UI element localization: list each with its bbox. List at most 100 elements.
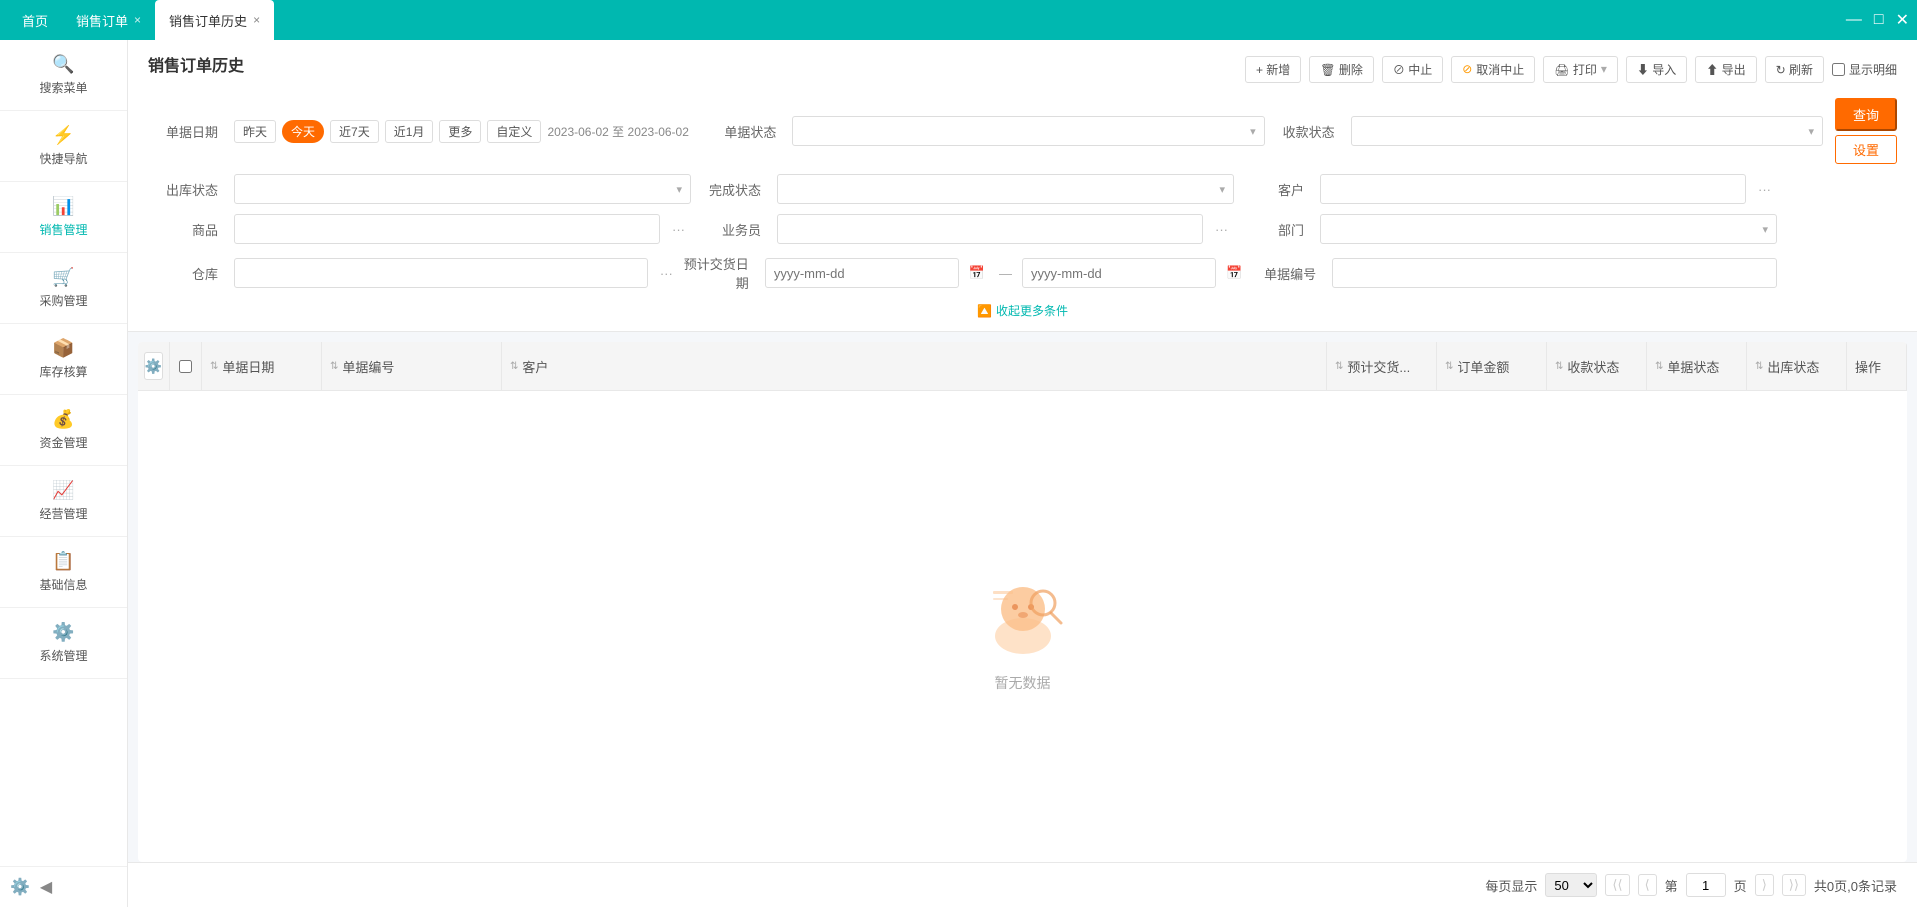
tab-home[interactable]: 首页 <box>8 0 62 40</box>
filter-row-4: 仓库 ··· 预计交货日期 📅 — 📅 单据编号 <box>148 254 1897 292</box>
goods-input[interactable] <box>234 214 660 244</box>
cancel-stop-icon: ⊘ <box>1462 62 1472 76</box>
sort-amount-icon[interactable]: ⇅ <box>1445 361 1453 372</box>
table-settings-icon[interactable]: ⚙️ <box>144 352 163 380</box>
date-more[interactable]: 更多 <box>439 120 481 143</box>
cancel-stop-button[interactable]: ⊘ 取消中止 <box>1451 56 1535 83</box>
salesperson-dots[interactable]: ··· <box>1209 222 1234 237</box>
date-1month[interactable]: 近1月 <box>385 120 434 143</box>
order-status-select[interactable] <box>801 124 1250 139</box>
export-button[interactable]: ⬆ 导出 <box>1695 56 1756 83</box>
print-button[interactable]: 🖨 打印 ▾ <box>1543 56 1618 83</box>
sidebar-item-search-menu[interactable]: 🔍 搜索菜单 <box>0 40 127 111</box>
stop-button[interactable]: ⊘ 中止 <box>1382 56 1443 83</box>
query-button[interactable]: 查询 <box>1835 98 1897 131</box>
date-7days[interactable]: 近7天 <box>330 120 379 143</box>
department-select[interactable] <box>1329 222 1762 237</box>
order-number-label: 单据编号 <box>1246 264 1326 283</box>
sidebar-item-inventory-check[interactable]: 📦 库存核算 <box>0 324 127 395</box>
salesperson-input[interactable] <box>777 214 1203 244</box>
sort-delivery-icon[interactable]: ⇅ <box>1335 361 1343 372</box>
tab-sales-order-history[interactable]: 销售订单历史 × <box>155 0 274 40</box>
tab-sales-order-close[interactable]: × <box>134 13 141 27</box>
sidebar-item-system-mgmt[interactable]: ⚙️ 系统管理 <box>0 608 127 679</box>
th-number-label: 单据编号 <box>342 357 394 376</box>
sort-order-status-icon[interactable]: ⇅ <box>1655 361 1663 372</box>
date-custom[interactable]: 自定义 <box>487 120 541 143</box>
display-detail-checkbox[interactable] <box>1832 63 1845 76</box>
new-button[interactable]: + 新增 <box>1245 56 1301 83</box>
sidebar-item-base-info[interactable]: 📋 基础信息 <box>0 537 127 608</box>
payment-status-arrow-icon: ▾ <box>1808 125 1814 138</box>
sort-customer-icon[interactable]: ⇅ <box>510 361 518 372</box>
delivery-date-from[interactable] <box>765 258 959 288</box>
sidebar-item-finance-mgmt[interactable]: 💰 资金管理 <box>0 395 127 466</box>
delivery-date-from-calendar-icon[interactable]: 📅 <box>965 265 989 281</box>
salesperson-label: 业务员 <box>691 220 771 239</box>
customer-dots[interactable]: ··· <box>1752 182 1777 197</box>
tab-sales-order[interactable]: 销售订单 × <box>62 0 155 40</box>
purchase-mgmt-icon: 🛒 <box>52 267 74 288</box>
sort-number-icon[interactable]: ⇅ <box>330 361 338 372</box>
topbar-maximize[interactable]: □ <box>1874 11 1884 29</box>
filter-section: 销售订单历史 + 新增 🗑 删除 ⊘ 中止 ⊘ 取消中止 🖨 打印 ▾ ⬇ 导入 <box>128 40 1917 332</box>
refresh-button[interactable]: ↻ 刷新 <box>1765 56 1824 83</box>
import-button[interactable]: ⬇ 导入 <box>1626 56 1687 83</box>
sidebar-item-purchase-mgmt[interactable]: 🛒 采购管理 <box>0 253 127 324</box>
topbar-close[interactable]: ✕ <box>1896 10 1909 30</box>
header-title-row: 销售订单历史 + 新增 🗑 删除 ⊘ 中止 ⊘ 取消中止 🖨 打印 ▾ ⬇ 导入 <box>148 52 1897 86</box>
sort-pay-status-icon[interactable]: ⇅ <box>1555 361 1563 372</box>
main-layout: 🔍 搜索菜单 ⚡ 快捷导航 📊 销售管理 🛒 采购管理 📦 库存核算 💰 资金管… <box>0 40 1917 907</box>
table-header: ⚙️ ⇅ 单据日期 ⇅ 单据编号 ⇅ 客户 ⇅ <box>138 342 1907 391</box>
sidebar-item-sales-mgmt[interactable]: 📊 销售管理 <box>0 182 127 253</box>
warehouse-dots[interactable]: ··· <box>654 266 679 281</box>
delivery-date-to-calendar-icon[interactable]: 📅 <box>1222 265 1246 281</box>
order-status-label: 单据状态 <box>706 122 786 141</box>
th-date-label: 单据日期 <box>222 357 274 376</box>
sidebar-settings-icon[interactable]: ⚙️ <box>10 877 30 897</box>
sidebar-item-operation-mgmt[interactable]: 📈 经营管理 <box>0 466 127 537</box>
th-number: ⇅ 单据编号 <box>322 342 502 390</box>
complete-status-select[interactable] <box>786 182 1219 197</box>
base-info-icon: 📋 <box>52 551 74 572</box>
total-records: 共0页,0条记录 <box>1814 876 1897 895</box>
page-number-input[interactable] <box>1686 873 1726 897</box>
select-all-checkbox[interactable] <box>179 360 192 373</box>
goods-dots[interactable]: ··· <box>666 222 691 237</box>
warehouse-input[interactable] <box>234 258 648 288</box>
th-amount: ⇅ 订单金额 <box>1437 342 1547 390</box>
payment-status-label: 收款状态 <box>1265 122 1345 141</box>
first-page-button[interactable]: ⟨⟨ <box>1605 874 1629 896</box>
date-today[interactable]: 今天 <box>282 120 324 143</box>
sort-date-icon[interactable]: ⇅ <box>210 361 218 372</box>
sidebar-item-quick-nav[interactable]: ⚡ 快捷导航 <box>0 111 127 182</box>
th-stock-status-label: 出库状态 <box>1767 357 1819 376</box>
th-action: 操作 <box>1847 342 1907 390</box>
sort-stock-status-icon[interactable]: ⇅ <box>1755 361 1763 372</box>
page-size-select[interactable]: 10 20 50 100 <box>1545 873 1597 897</box>
tab-sales-order-history-close[interactable]: × <box>253 13 260 27</box>
sidebar-bottom: ⚙️ ◀ <box>0 866 127 907</box>
sidebar-collapse-icon[interactable]: ◀ <box>40 877 52 897</box>
order-status-select-wrapper: ▾ <box>792 116 1264 146</box>
settings-button[interactable]: 设置 <box>1835 135 1897 164</box>
order-number-input[interactable] <box>1332 258 1777 288</box>
collapse-more-btn[interactable]: 🔼 收起更多条件 <box>148 302 1897 319</box>
payment-status-select[interactable] <box>1360 124 1809 139</box>
stock-out-status-select[interactable] <box>243 182 676 197</box>
delete-button[interactable]: 🗑 删除 <box>1309 56 1374 83</box>
page-title: 销售订单历史 <box>148 52 244 76</box>
customer-input[interactable] <box>1320 174 1746 204</box>
filter-row-3: 商品 ··· 业务员 ··· 部门 ▾ <box>148 214 1897 244</box>
sidebar-item-base-info-label: 基础信息 <box>39 576 87 593</box>
topbar-minimize[interactable]: — <box>1846 11 1862 29</box>
th-delivery: ⇅ 预计交货... <box>1327 342 1437 390</box>
th-customer: ⇅ 客户 <box>502 342 1327 390</box>
prev-page-button[interactable]: ⟨ <box>1638 874 1657 896</box>
last-page-button[interactable]: ⟩⟩ <box>1782 874 1806 896</box>
department-select-wrapper: ▾ <box>1320 214 1777 244</box>
th-action-label: 操作 <box>1855 357 1881 376</box>
date-yesterday[interactable]: 昨天 <box>234 120 276 143</box>
delivery-date-to[interactable] <box>1022 258 1216 288</box>
next-page-button[interactable]: ⟩ <box>1755 874 1774 896</box>
